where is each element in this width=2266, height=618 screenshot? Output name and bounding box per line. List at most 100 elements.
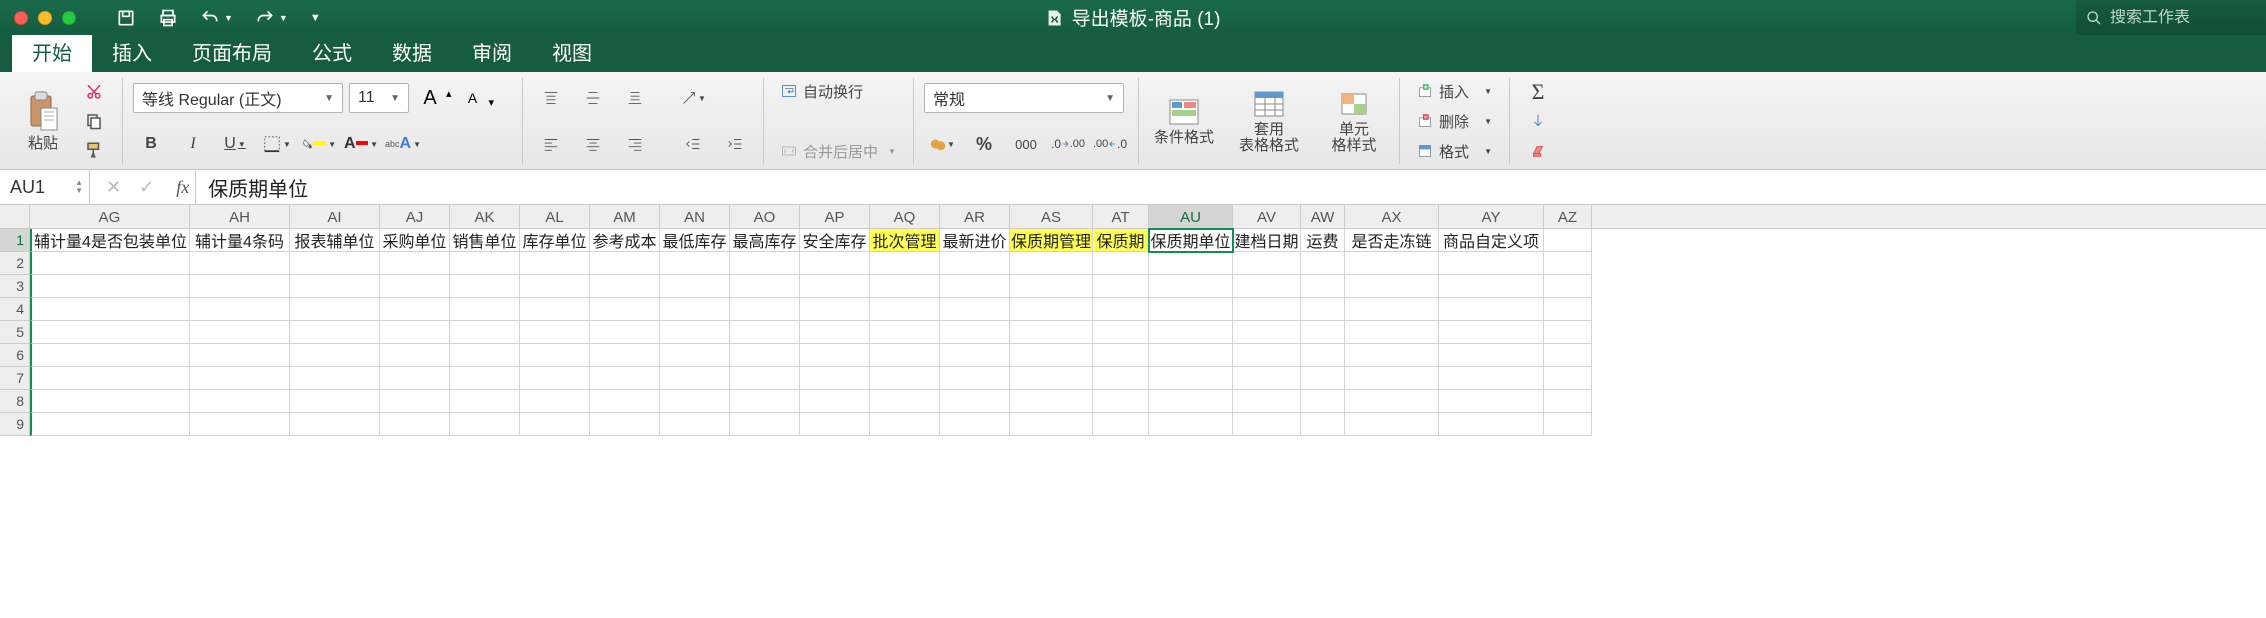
cell-AM8[interactable] — [590, 390, 660, 413]
cell-AK3[interactable] — [450, 275, 520, 298]
cell-AR2[interactable] — [940, 252, 1010, 275]
column-header-AO[interactable]: AO — [730, 205, 800, 229]
cell-AX3[interactable] — [1345, 275, 1439, 298]
cell-AL3[interactable] — [520, 275, 590, 298]
cell-AM5[interactable] — [590, 321, 660, 344]
column-header-AZ[interactable]: AZ — [1544, 205, 1592, 229]
cell-AI8[interactable] — [290, 390, 380, 413]
cell-AN3[interactable] — [660, 275, 730, 298]
cell-AZ4[interactable] — [1544, 298, 1592, 321]
cell-AM4[interactable] — [590, 298, 660, 321]
align-bottom-button[interactable] — [617, 83, 653, 113]
cell-AX4[interactable] — [1345, 298, 1439, 321]
name-box-stepper[interactable]: ▲▼ — [75, 179, 89, 195]
cell-AS5[interactable] — [1010, 321, 1093, 344]
cell-AP3[interactable] — [800, 275, 870, 298]
cell-AQ4[interactable] — [870, 298, 940, 321]
cell-AZ8[interactable] — [1544, 390, 1592, 413]
cell-AJ4[interactable] — [380, 298, 450, 321]
cell-AN1[interactable]: 最低库存 — [660, 229, 730, 252]
cell-AZ5[interactable] — [1544, 321, 1592, 344]
cell-AN4[interactable] — [660, 298, 730, 321]
cell-AR9[interactable] — [940, 413, 1010, 436]
cell-AK4[interactable] — [450, 298, 520, 321]
column-header-AJ[interactable]: AJ — [380, 205, 450, 229]
cell-AW7[interactable] — [1301, 367, 1345, 390]
paste-button[interactable]: 粘贴 — [14, 78, 72, 164]
cell-AS7[interactable] — [1010, 367, 1093, 390]
minimize-window[interactable] — [38, 11, 52, 25]
cell-AO5[interactable] — [730, 321, 800, 344]
cell-AO1[interactable]: 最高库存 — [730, 229, 800, 252]
cell-AR6[interactable] — [940, 344, 1010, 367]
cell-AW3[interactable] — [1301, 275, 1345, 298]
cell-AS8[interactable] — [1010, 390, 1093, 413]
cell-AP7[interactable] — [800, 367, 870, 390]
cell-AI4[interactable] — [290, 298, 380, 321]
cell-AL1[interactable]: 库存单位 — [520, 229, 590, 252]
cell-AW2[interactable] — [1301, 252, 1345, 275]
name-box[interactable]: AU1 ▲▼ — [0, 170, 90, 204]
cell-AI7[interactable] — [290, 367, 380, 390]
cell-AP2[interactable] — [800, 252, 870, 275]
cell-AG7[interactable] — [30, 367, 190, 390]
cell-AO8[interactable] — [730, 390, 800, 413]
cell-AS1[interactable]: 保质期管理 — [1010, 229, 1093, 252]
cell-AT1[interactable]: 保质期 — [1093, 229, 1149, 252]
cell-AZ2[interactable] — [1544, 252, 1592, 275]
cell-AU4[interactable] — [1149, 298, 1233, 321]
cell-AZ7[interactable] — [1544, 367, 1592, 390]
column-header-AN[interactable]: AN — [660, 205, 730, 229]
cell-AZ9[interactable] — [1544, 413, 1592, 436]
conditional-format-button[interactable]: 条件格式 — [1149, 78, 1219, 164]
cell-AZ6[interactable] — [1544, 344, 1592, 367]
cell-AR3[interactable] — [940, 275, 1010, 298]
border-button[interactable]: ▼ — [259, 129, 295, 159]
cell-AN7[interactable] — [660, 367, 730, 390]
cell-AV8[interactable] — [1233, 390, 1301, 413]
cell-AY7[interactable] — [1439, 367, 1544, 390]
cell-AZ3[interactable] — [1544, 275, 1592, 298]
italic-button[interactable]: I — [175, 129, 211, 159]
column-header-AP[interactable]: AP — [800, 205, 870, 229]
cell-AV3[interactable] — [1233, 275, 1301, 298]
cell-AG5[interactable] — [30, 321, 190, 344]
select-all-corner[interactable] — [0, 205, 30, 229]
cell-AJ3[interactable] — [380, 275, 450, 298]
cell-AL6[interactable] — [520, 344, 590, 367]
font-size-select[interactable]: 11▼ — [349, 83, 409, 113]
formula-input[interactable] — [196, 170, 2266, 204]
column-header-AK[interactable]: AK — [450, 205, 520, 229]
tab-review[interactable]: 审阅 — [452, 29, 532, 72]
cell-AX6[interactable] — [1345, 344, 1439, 367]
cell-AR1[interactable]: 最新进价 — [940, 229, 1010, 252]
cell-AG3[interactable] — [30, 275, 190, 298]
cell-AM6[interactable] — [590, 344, 660, 367]
cell-AN8[interactable] — [660, 390, 730, 413]
cell-AM7[interactable] — [590, 367, 660, 390]
tab-data[interactable]: 数据 — [372, 29, 452, 72]
bold-button[interactable]: B — [133, 129, 169, 159]
row-header-5[interactable]: 5 — [0, 321, 30, 344]
cell-AV5[interactable] — [1233, 321, 1301, 344]
cell-AK9[interactable] — [450, 413, 520, 436]
cell-AL7[interactable] — [520, 367, 590, 390]
row-header-1[interactable]: 1 — [0, 229, 30, 252]
column-header-AS[interactable]: AS — [1010, 205, 1093, 229]
cell-AQ9[interactable] — [870, 413, 940, 436]
cell-AV6[interactable] — [1233, 344, 1301, 367]
column-header-AY[interactable]: AY — [1439, 205, 1544, 229]
align-top-button[interactable] — [533, 83, 569, 113]
cell-AJ9[interactable] — [380, 413, 450, 436]
cell-AT5[interactable] — [1093, 321, 1149, 344]
cell-AH6[interactable] — [190, 344, 290, 367]
cell-AM3[interactable] — [590, 275, 660, 298]
cell-AT8[interactable] — [1093, 390, 1149, 413]
cell-AY2[interactable] — [1439, 252, 1544, 275]
increase-font-button[interactable]: A▴ — [415, 83, 452, 113]
cell-AX9[interactable] — [1345, 413, 1439, 436]
copy-button[interactable] — [76, 107, 112, 134]
cell-AN6[interactable] — [660, 344, 730, 367]
cell-AU6[interactable] — [1149, 344, 1233, 367]
cell-AU7[interactable] — [1149, 367, 1233, 390]
